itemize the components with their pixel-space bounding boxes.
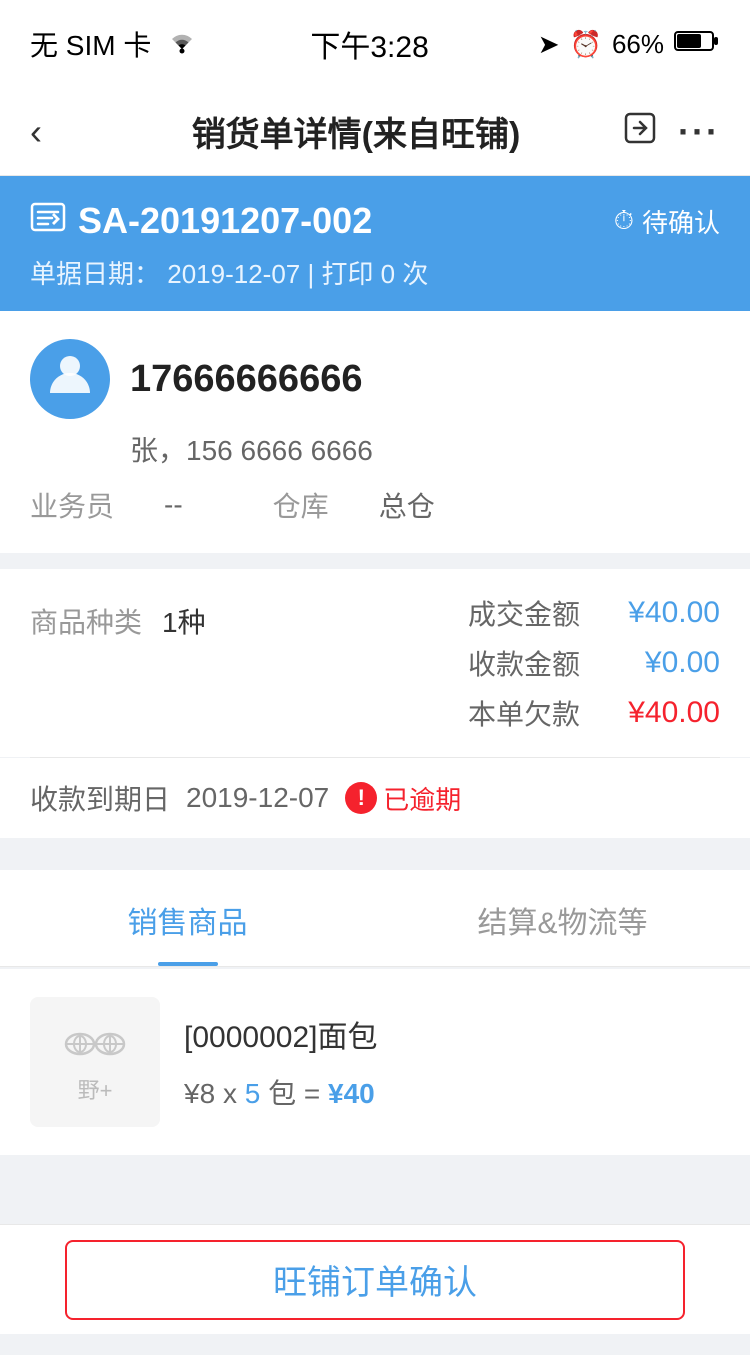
avatar [30, 339, 110, 419]
order-header: SA-20191207-002 ⏱ 待确认 单据日期： 2019-12-07 |… [0, 176, 750, 311]
order-icon [30, 202, 66, 240]
overdue-icon: ! [345, 782, 377, 814]
wifi-icon [163, 27, 201, 62]
equals-sign: = [304, 1078, 328, 1109]
qty-value: 5 [245, 1078, 261, 1109]
back-button[interactable]: ‹ [30, 111, 90, 153]
due-date-label: 收款到期日 [30, 778, 170, 818]
product-thumb-label: 野+ [78, 1073, 113, 1105]
order-status: ⏱ 待确认 [614, 203, 720, 240]
status-bar-right: ➤ ⏰ 66% [538, 29, 720, 60]
balance-value: ¥40.00 [600, 696, 720, 730]
unit-value: 包 [268, 1078, 296, 1109]
status-bar-time: 下午3:28 [310, 22, 428, 66]
transaction-amount-row: 成交金额 ¥40.00 [440, 593, 720, 633]
amounts-right: 成交金额 ¥40.00 收款金额 ¥0.00 本单欠款 ¥40.00 [440, 593, 720, 733]
price-value: ¥8 [184, 1078, 215, 1109]
product-list: 野+ [0000002]面包 ¥8 x 5 包 = ¥40 [0, 969, 750, 1155]
tabs-section: 销售商品 结算&物流等 [0, 870, 750, 967]
order-status-text: 待确认 [642, 203, 720, 240]
product-info: [0000002]面包 ¥8 x 5 包 = ¥40 [184, 1012, 720, 1112]
multiply-sign: x [223, 1078, 245, 1109]
tabs-row: 销售商品 结算&物流等 [0, 870, 750, 966]
product-types-label: 商品种类 [30, 601, 142, 641]
transaction-value: ¥40.00 [600, 596, 720, 630]
divider-1 [0, 553, 750, 569]
battery-icon [674, 29, 720, 60]
bottom-bar: 旺铺订单确认 [0, 1224, 750, 1334]
due-date-section: 收款到期日 2019-12-07 ! 已逾期 [0, 758, 750, 838]
payment-amount-row: 收款金额 ¥0.00 [440, 643, 720, 683]
order-number-text: SA-20191207-002 [78, 200, 372, 242]
total-value: ¥40 [328, 1078, 375, 1109]
overdue-badge: ! 已逾期 [345, 780, 461, 817]
tab-settlement[interactable]: 结算&物流等 [375, 870, 750, 966]
customer-name: 张，156 6666 6666 [130, 429, 720, 469]
confirm-order-button[interactable]: 旺铺订单确认 [65, 1240, 685, 1320]
alarm-icon: ⏰ [570, 29, 602, 60]
status-bar: 无 SIM 卡 下午3:28 ➤ ⏰ 66% [0, 0, 750, 88]
nav-bar: ‹ 销货单详情(来自旺铺) ··· [0, 88, 750, 176]
warehouse-value: 总仓 [379, 485, 435, 525]
avatar-icon [45, 348, 95, 410]
balance-row: 本单欠款 ¥40.00 [440, 693, 720, 733]
battery-text: 66% [612, 29, 664, 60]
tab-sales-products[interactable]: 销售商品 [0, 870, 375, 966]
salesperson-value: -- [164, 489, 183, 521]
customer-info-row: 业务员 -- 仓库 总仓 [30, 485, 720, 525]
balance-label: 本单欠款 [440, 693, 580, 733]
order-number: SA-20191207-002 [30, 200, 372, 242]
warehouse-label: 仓库 [273, 485, 329, 525]
product-types-value: 1种 [162, 601, 206, 641]
customer-phone: 17666666666 [130, 358, 362, 401]
product-types: 商品种类 1种 [30, 593, 206, 641]
location-icon: ➤ [538, 29, 560, 60]
table-row: 野+ [0000002]面包 ¥8 x 5 包 = ¥40 [0, 969, 750, 1155]
product-price: ¥8 x 5 包 = ¥40 [184, 1072, 720, 1112]
clock-icon: ⏱ [614, 205, 634, 237]
divider-2 [0, 838, 750, 854]
payment-value: ¥0.00 [600, 646, 720, 680]
payment-label: 收款金额 [440, 643, 580, 683]
due-date-value: 2019-12-07 [186, 782, 329, 814]
customer-section: 17666666666 张，156 6666 6666 业务员 -- 仓库 总仓 [0, 311, 750, 553]
nav-right-icons: ··· [622, 110, 720, 154]
amounts-section: 商品种类 1种 成交金额 ¥40.00 收款金额 ¥0.00 本单欠款 ¥40.… [0, 569, 750, 757]
confirm-label: 旺铺订单确认 [273, 1255, 477, 1304]
share-icon[interactable] [622, 110, 658, 154]
product-thumbnail: 野+ [30, 997, 160, 1127]
carrier-text: 无 SIM 卡 [30, 24, 151, 64]
salesperson-label: 业务员 [30, 485, 114, 525]
product-name: [0000002]面包 [184, 1012, 720, 1056]
order-date: 单据日期： 2019-12-07 | 打印 0 次 [30, 254, 720, 291]
more-icon[interactable]: ··· [678, 111, 720, 153]
overdue-text: 已逾期 [383, 780, 461, 817]
transaction-label: 成交金额 [440, 593, 580, 633]
status-bar-left: 无 SIM 卡 [30, 24, 201, 64]
page-title: 销货单详情(来自旺铺) [90, 107, 622, 156]
